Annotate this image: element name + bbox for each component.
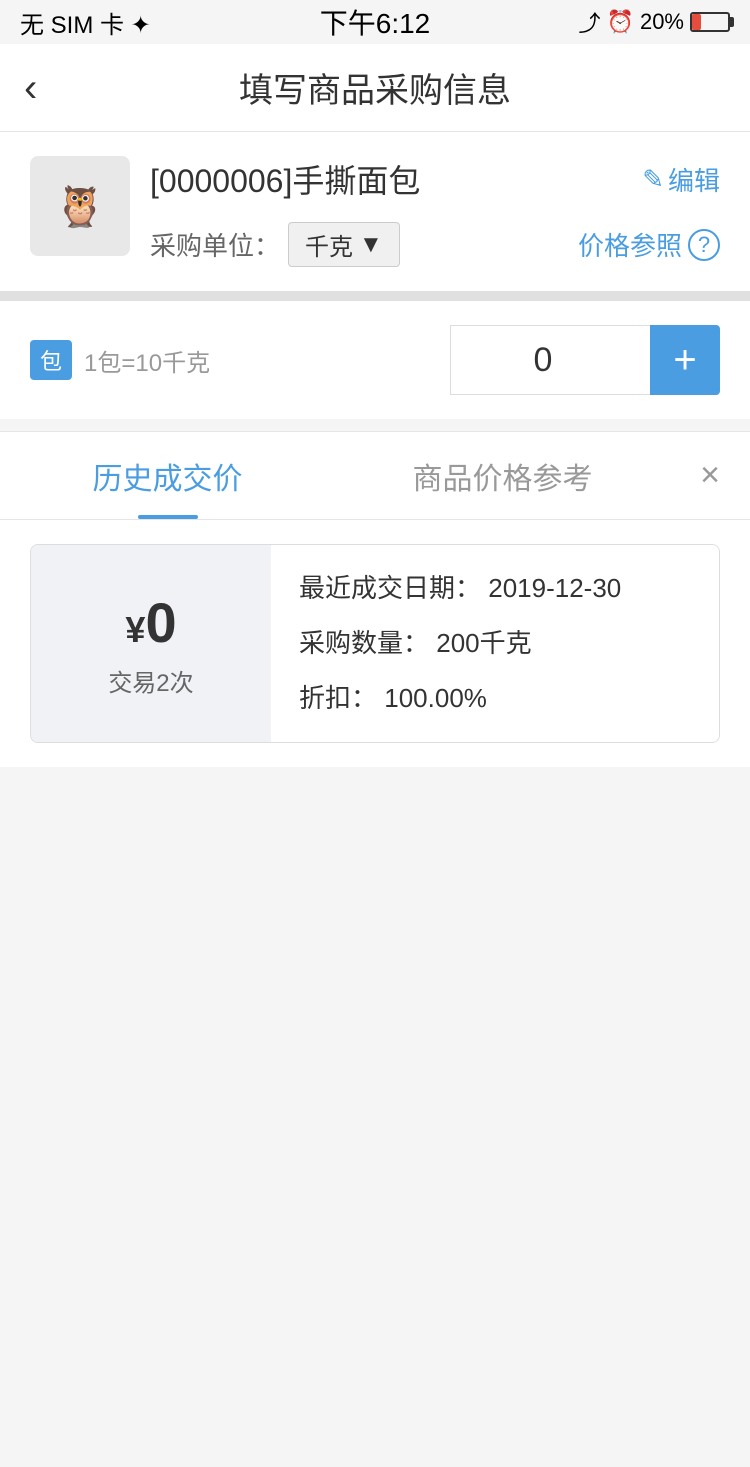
product-card: 🦉 [0000006]手撕面包 ✎ 编辑 采购单位： 千克 ▼	[0, 132, 750, 291]
tab-history-label: 历史成交价	[93, 454, 243, 498]
price-number: 0	[145, 591, 176, 654]
edit-label: 编辑	[668, 161, 720, 198]
status-right: ⤴ ⏰ 20%	[579, 6, 730, 38]
price-ref-button[interactable]: 价格参照 ?	[578, 226, 720, 263]
purchase-qty-label: 采购数量：	[299, 628, 429, 658]
product-name: [0000006]手撕面包	[150, 156, 420, 202]
tabs-close-button[interactable]: ×	[670, 456, 750, 495]
unit-select[interactable]: 千克 ▼	[288, 222, 400, 267]
alarm-icon: ⏰	[607, 9, 634, 35]
unit-tag: 包	[30, 340, 72, 380]
product-info: [0000006]手撕面包 ✎ 编辑 采购单位： 千克 ▼ 价格参照 ?	[150, 156, 720, 267]
edit-button[interactable]: ✎ 编辑	[642, 161, 720, 198]
unit-value: 千克	[305, 227, 353, 262]
card-trades: 交易2次	[108, 663, 193, 698]
quantity-row: 包 1包=10千克 +	[0, 301, 750, 419]
product-row1: [0000006]手撕面包 ✎ 编辑	[150, 156, 720, 202]
card-details-section: 最近成交日期： 2019-12-30 采购数量： 200千克 折扣： 100.0…	[271, 545, 719, 742]
discount-label: 折扣：	[299, 683, 377, 713]
quantity-plus-button[interactable]: +	[650, 325, 720, 395]
tabs-header: 历史成交价 商品价格参考 ×	[0, 432, 750, 520]
tab-product-price-ref[interactable]: 商品价格参考	[335, 432, 670, 519]
page-background	[0, 767, 750, 1467]
battery-indicator	[690, 12, 730, 32]
product-row2: 采购单位： 千克 ▼ 价格参照 ?	[150, 222, 720, 267]
discount-value: 100.00%	[384, 683, 487, 713]
edit-icon: ✎	[642, 164, 664, 195]
back-button[interactable]: ‹	[24, 68, 37, 108]
currency-symbol: ¥	[125, 609, 145, 650]
quantity-input[interactable]	[450, 325, 650, 395]
tabs-section: 历史成交价 商品价格参考 × ¥0 交易2次 最近成交日期： 2019-12-3…	[0, 431, 750, 1467]
price-ref-label: 价格参照	[578, 226, 682, 263]
product-thumbnail: 🦉	[30, 156, 130, 256]
recent-date-value: 2019-12-30	[488, 573, 621, 603]
card-price-section: ¥0 交易2次	[31, 545, 271, 742]
status-bar: 无 SIM 卡 ✦ 下午6:12 ⤴ ⏰ 20%	[0, 0, 750, 44]
tab-price-ref-label: 商品价格参考	[413, 454, 593, 498]
sim-status: 无 SIM 卡 ✦	[20, 5, 151, 40]
unit-label: 采购单位： 千克 ▼	[150, 222, 400, 267]
location-icon: ⤴	[579, 6, 601, 38]
unit-text: 采购单位：	[150, 226, 280, 263]
product-header: 🦉 [0000006]手撕面包 ✎ 编辑 采购单位： 千克 ▼	[30, 156, 720, 267]
card-price-value: ¥0	[125, 590, 176, 655]
tab-history-price[interactable]: 历史成交价	[0, 432, 335, 519]
product-image-placeholder: 🦉	[55, 183, 105, 230]
unit-description: 1包=10千克	[84, 343, 210, 378]
status-left: 无 SIM 卡 ✦	[20, 5, 151, 40]
purchase-qty-line: 采购数量： 200千克	[299, 624, 691, 663]
discount-line: 折扣： 100.00%	[299, 679, 691, 718]
recent-date-line: 最近成交日期： 2019-12-30	[299, 569, 691, 608]
unit-info: 包 1包=10千克	[30, 340, 210, 380]
history-card: ¥0 交易2次 最近成交日期： 2019-12-30 采购数量： 200千克 折…	[30, 544, 720, 743]
status-time: 下午6:12	[320, 2, 431, 42]
price-ref-help-icon: ?	[688, 229, 720, 261]
section-divider	[0, 291, 750, 301]
nav-bar: ‹ 填写商品采购信息	[0, 44, 750, 132]
purchase-qty-value: 200千克	[436, 628, 531, 658]
battery-percent: 20%	[640, 9, 684, 35]
recent-date-label: 最近成交日期：	[299, 573, 481, 603]
quantity-input-wrapper: +	[450, 325, 720, 395]
dropdown-arrow-icon: ▼	[359, 231, 383, 259]
page-title: 填写商品采购信息	[239, 63, 511, 112]
